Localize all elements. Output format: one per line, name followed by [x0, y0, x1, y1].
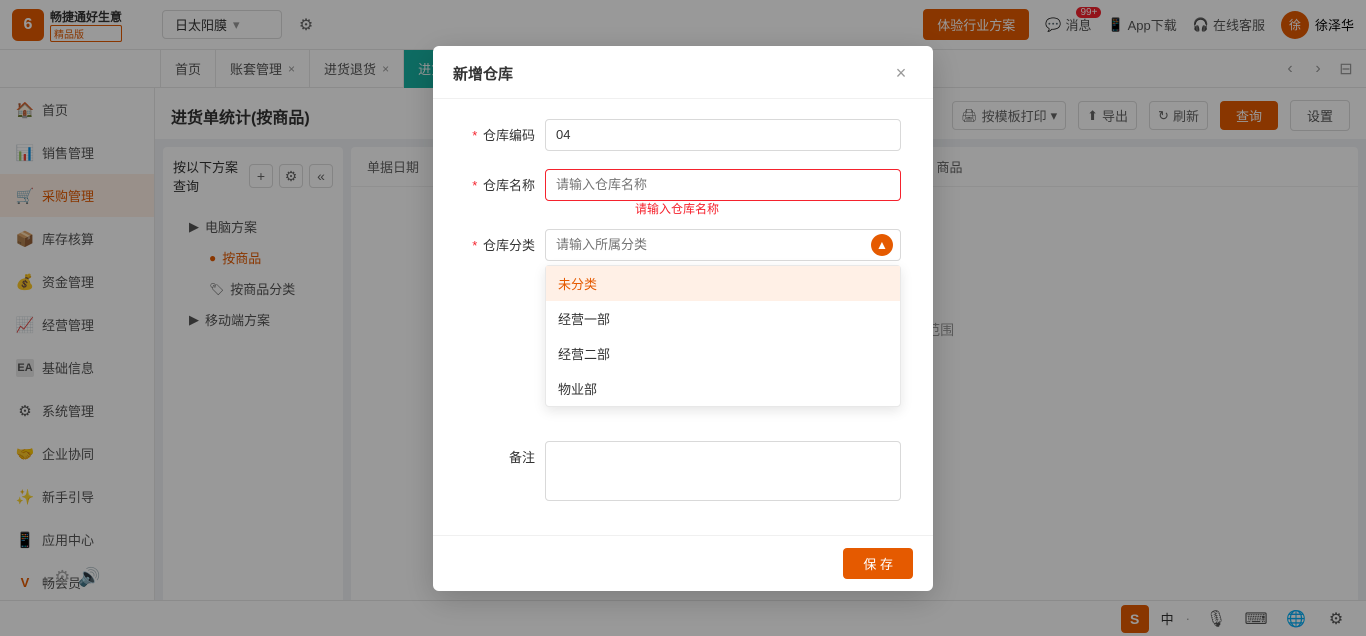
- save-button[interactable]: 保 存: [843, 548, 913, 579]
- name-label: * 仓库名称: [465, 169, 545, 194]
- code-label: * 仓库编码: [465, 119, 545, 144]
- name-input[interactable]: [545, 169, 901, 201]
- form-row-category: * 仓库分类 ▲ 未分类 经营一部 经营二部 物业部: [465, 229, 901, 261]
- add-warehouse-dialog: 新增仓库 × * 仓库编码 * 仓库名称 请输入仓库名称: [433, 46, 933, 591]
- remark-label: 备注: [465, 441, 545, 466]
- dropdown-option-3[interactable]: 物业部: [546, 371, 900, 406]
- code-input[interactable]: [545, 119, 901, 151]
- form-row-code: * 仓库编码: [465, 119, 901, 151]
- remark-input[interactable]: [545, 441, 901, 501]
- category-input[interactable]: [545, 229, 901, 261]
- dropdown-option-0[interactable]: 未分类: [546, 266, 900, 301]
- modal-overlay: 新增仓库 × * 仓库编码 * 仓库名称 请输入仓库名称: [0, 0, 1366, 636]
- category-toggle-button[interactable]: ▲: [871, 234, 893, 256]
- dropdown-option-1[interactable]: 经营一部: [546, 301, 900, 336]
- form-row-remark: 备注: [465, 441, 901, 501]
- form-row-name: * 仓库名称 请输入仓库名称: [465, 169, 901, 201]
- name-error-msg: 请输入仓库名称: [635, 200, 719, 217]
- dropdown-option-2[interactable]: 经营二部: [546, 336, 900, 371]
- dialog-footer: 保 存: [433, 535, 933, 591]
- dialog-body: * 仓库编码 * 仓库名称 请输入仓库名称 *: [433, 99, 933, 535]
- dialog-header: 新增仓库 ×: [433, 46, 933, 99]
- category-label: * 仓库分类: [465, 229, 545, 254]
- category-input-wrapper: ▲ 未分类 经营一部 经营二部 物业部: [545, 229, 901, 261]
- category-dropdown: 未分类 经营一部 经营二部 物业部: [545, 265, 901, 407]
- dialog-title: 新增仓库: [453, 63, 513, 84]
- name-input-wrapper: 请输入仓库名称: [545, 169, 901, 201]
- dialog-close-button[interactable]: ×: [889, 62, 913, 86]
